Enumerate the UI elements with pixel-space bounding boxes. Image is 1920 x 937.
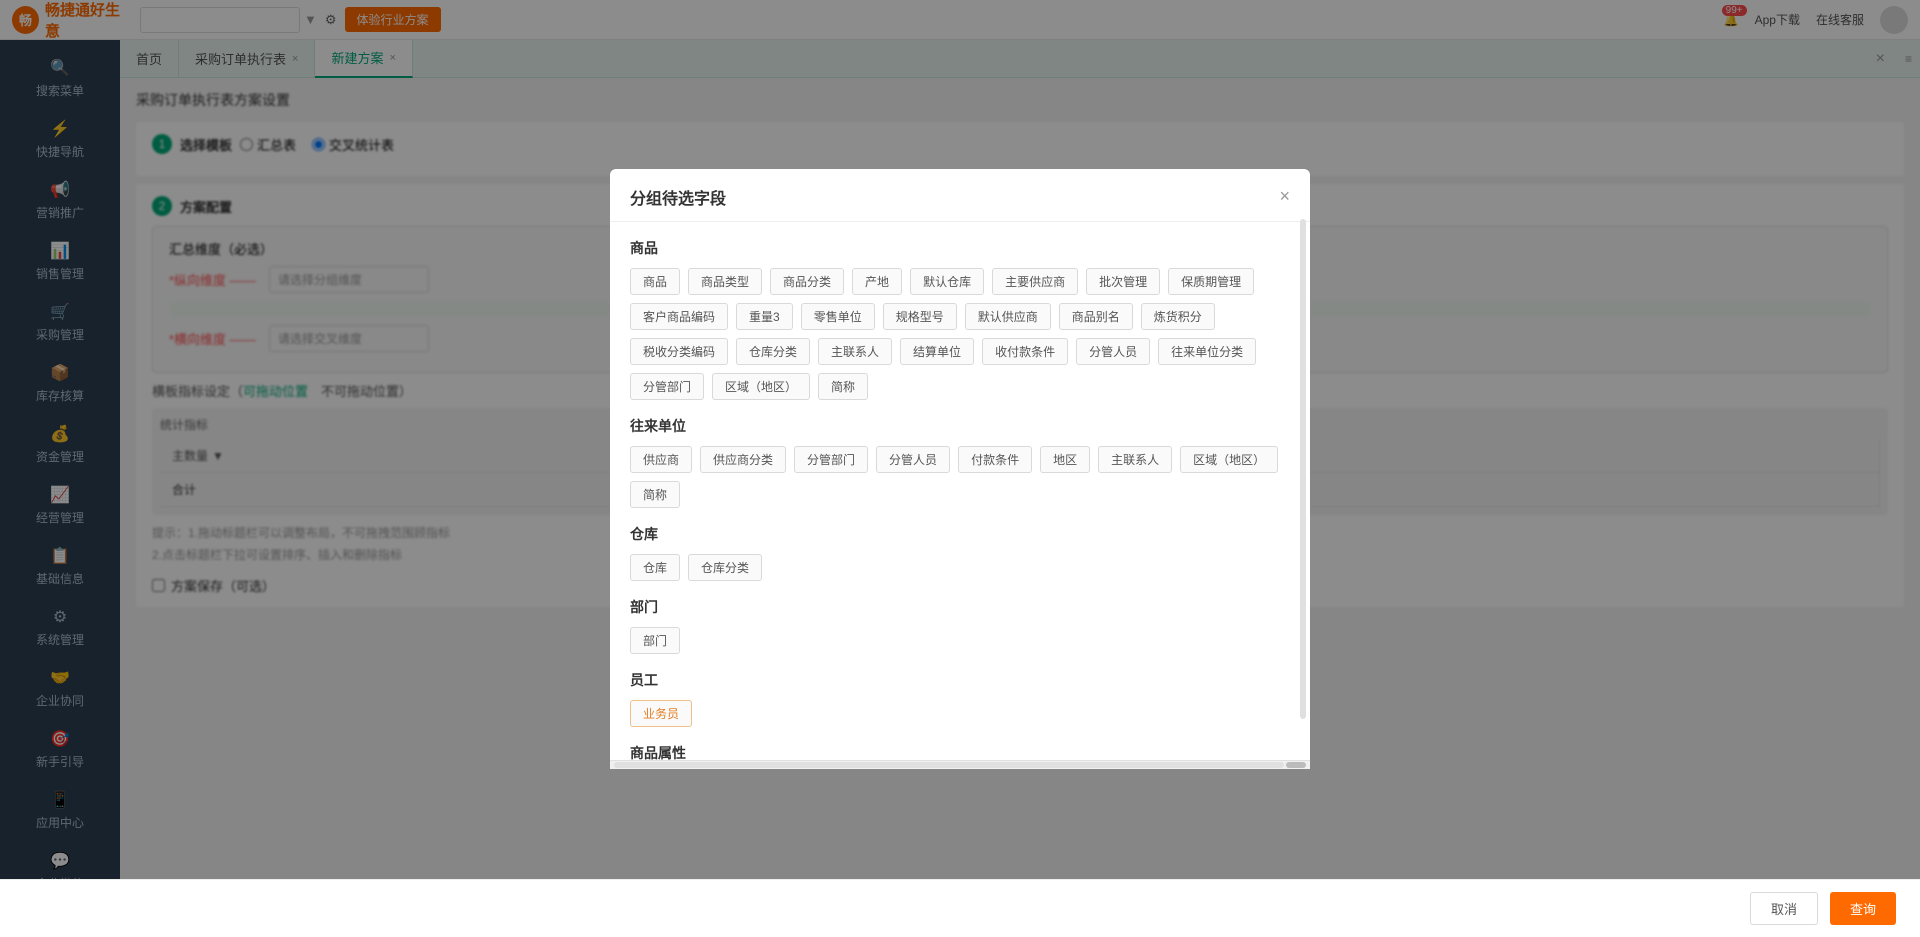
field-tag-partner-dept[interactable]: 分管部门 <box>794 446 868 473</box>
field-group-product: 商品 商品 商品类型 商品分类 产地 默认仓库 主要供应商 批次管理 保质期管理… <box>630 238 1290 400</box>
field-tag-partner-region[interactable]: 区域（地区） <box>1180 446 1278 473</box>
app-container: 畅 畅捷通好生意 ▼ ⚙ 体验行业方案 🔔 99+ App下载 在线客服 <box>0 0 1920 937</box>
field-tag-product[interactable]: 商品 <box>630 268 680 295</box>
field-tag-warehouse-category[interactable]: 仓库分类 <box>688 554 762 581</box>
field-tags-product: 商品 商品类型 商品分类 产地 默认仓库 主要供应商 批次管理 保质期管理 客户… <box>630 268 1290 400</box>
field-tag-product-alias[interactable]: 商品别名 <box>1059 303 1133 330</box>
field-group-employee: 员工 业务员 <box>630 670 1290 727</box>
field-tag-retail-unit[interactable]: 零售单位 <box>801 303 875 330</box>
cancel-button[interactable]: 取消 <box>1750 892 1818 925</box>
field-tag-tax-code[interactable]: 税收分类编码 <box>630 338 728 365</box>
field-tag-shelf-life[interactable]: 保质期管理 <box>1168 268 1254 295</box>
field-tag-batch-mgmt[interactable]: 批次管理 <box>1086 268 1160 295</box>
modal-header: 分组待选字段 × <box>610 169 1310 222</box>
modal-overlay: 分组待选字段 × 商品 商品 商品类型 商品分类 产地 默认仓库 主要供应商 批… <box>0 0 1920 937</box>
field-tag-main-supplier[interactable]: 主要供应商 <box>992 268 1078 295</box>
field-tag-partner-cat[interactable]: 往来单位分类 <box>1158 338 1256 365</box>
field-tag-customer-code[interactable]: 客户商品编码 <box>630 303 728 330</box>
field-group-product-title: 商品 <box>630 238 1290 258</box>
field-tags-partner: 供应商 供应商分类 分管部门 分管人员 付款条件 地区 主联系人 区域（地区） … <box>630 446 1290 508</box>
field-tag-supplier-cat[interactable]: 供应商分类 <box>700 446 786 473</box>
field-tag-settlement-unit[interactable]: 结算单位 <box>900 338 974 365</box>
field-tag-spec-model[interactable]: 规格型号 <box>883 303 957 330</box>
field-tag-region[interactable]: 区域（地区） <box>712 373 810 400</box>
field-tag-supervisor[interactable]: 分管人员 <box>1076 338 1150 365</box>
field-tag-default-supplier[interactable]: 默认供应商 <box>965 303 1051 330</box>
modal-close-button[interactable]: × <box>1279 186 1290 207</box>
field-tag-short-name[interactable]: 简称 <box>818 373 868 400</box>
field-tag-origin[interactable]: 产地 <box>852 268 902 295</box>
field-group-partner: 往来单位 供应商 供应商分类 分管部门 分管人员 付款条件 地区 主联系人 区域… <box>630 416 1290 508</box>
field-tag-partner-short[interactable]: 简称 <box>630 481 680 508</box>
field-tag-supplier[interactable]: 供应商 <box>630 446 692 473</box>
field-group-department: 部门 部门 <box>630 597 1290 654</box>
field-tags-department: 部门 <box>630 627 1290 654</box>
field-tag-payment-terms[interactable]: 收付款条件 <box>982 338 1068 365</box>
field-group-employee-title: 员工 <box>630 670 1290 690</box>
field-tag-partner-supervisor[interactable]: 分管人员 <box>876 446 950 473</box>
field-tags-warehouse: 仓库 仓库分类 <box>630 554 1290 581</box>
field-group-partner-title: 往来单位 <box>630 416 1290 436</box>
modal-hscrollbar[interactable] <box>610 760 1310 768</box>
field-group-warehouse: 仓库 仓库 仓库分类 <box>630 524 1290 581</box>
field-tag-dept[interactable]: 分管部门 <box>630 373 704 400</box>
modal-body: 商品 商品 商品类型 商品分类 产地 默认仓库 主要供应商 批次管理 保质期管理… <box>610 222 1310 761</box>
field-tags-employee: 业务员 <box>630 700 1290 727</box>
field-tag-partner-contact[interactable]: 主联系人 <box>1098 446 1172 473</box>
field-tag-main-contact[interactable]: 主联系人 <box>818 338 892 365</box>
field-group-product-attr: 商品属性 属性 颜色 多规格 尺码 鞋码 1 <box>630 743 1290 761</box>
modal-title: 分组待选字段 <box>630 185 726 209</box>
field-tag-warehouse-cat[interactable]: 仓库分类 <box>736 338 810 365</box>
field-tag-area[interactable]: 地区 <box>1040 446 1090 473</box>
confirm-button[interactable]: 查询 <box>1830 892 1896 925</box>
field-group-warehouse-title: 仓库 <box>630 524 1290 544</box>
field-tag-product-category[interactable]: 商品分类 <box>770 268 844 295</box>
modal-scrollbar[interactable] <box>1300 219 1306 719</box>
field-tag-refine-points[interactable]: 炼货积分 <box>1141 303 1215 330</box>
field-group-department-title: 部门 <box>630 597 1290 617</box>
field-tag-department[interactable]: 部门 <box>630 627 680 654</box>
field-tag-default-warehouse[interactable]: 默认仓库 <box>910 268 984 295</box>
modal: 分组待选字段 × 商品 商品 商品类型 商品分类 产地 默认仓库 主要供应商 批… <box>610 169 1310 769</box>
field-tag-weight3[interactable]: 重量3 <box>736 303 793 330</box>
field-tag-product-type[interactable]: 商品类型 <box>688 268 762 295</box>
field-tag-salesperson[interactable]: 业务员 <box>630 700 692 727</box>
field-tag-warehouse[interactable]: 仓库 <box>630 554 680 581</box>
field-tag-pay-terms[interactable]: 付款条件 <box>958 446 1032 473</box>
bottom-actions: 取消 查询 <box>0 879 1920 937</box>
field-group-product-attr-title: 商品属性 <box>630 743 1290 761</box>
